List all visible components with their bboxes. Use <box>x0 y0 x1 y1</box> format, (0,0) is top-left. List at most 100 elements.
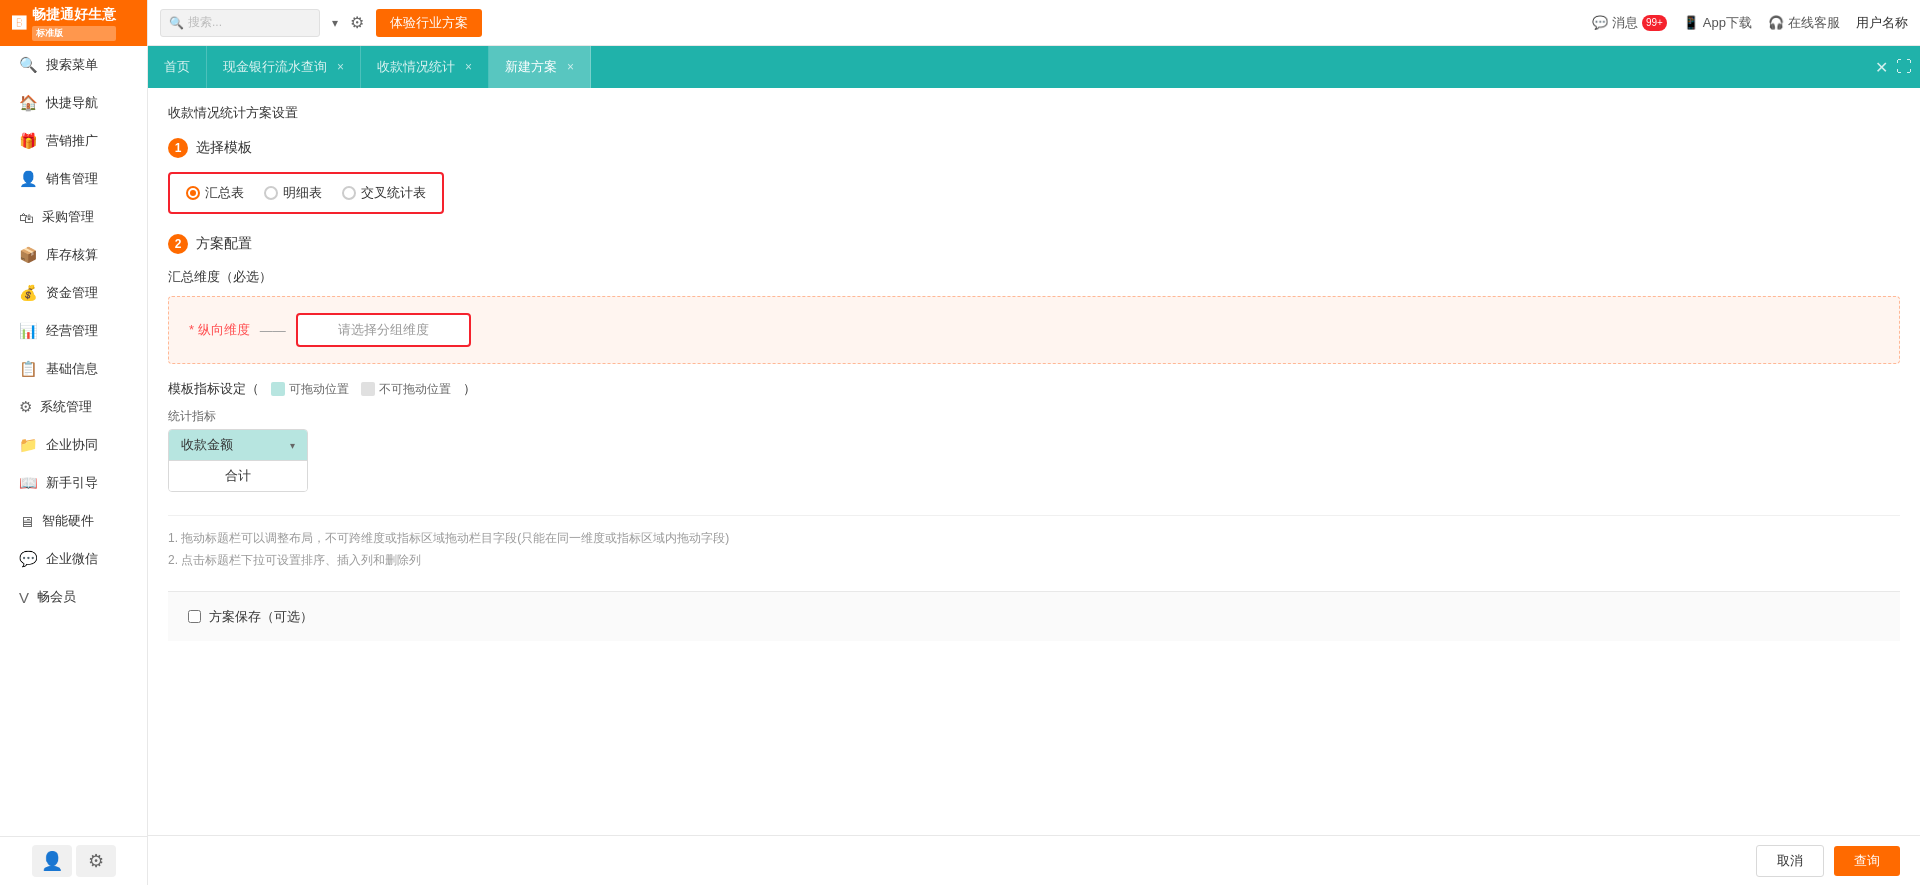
radio-detail[interactable]: 明细表 <box>264 184 322 202</box>
logo-icon: 🅱 <box>12 15 26 31</box>
sidebar-item-collab[interactable]: 📁 企业协同 <box>0 426 147 464</box>
tips-title: 1. 拖动标题栏可以调整布局，不可跨维度或指标区域拖动栏目字段(只能在同一维度或… <box>168 528 1900 550</box>
radio-cross[interactable]: 交叉统计表 <box>342 184 426 202</box>
section2-number: 2 <box>168 234 188 254</box>
sidebar-item-label: 系统管理 <box>40 398 92 416</box>
sidebar-item-sales[interactable]: 👤 销售管理 <box>0 160 147 198</box>
sidebar-item-management[interactable]: 📊 经营管理 <box>0 312 147 350</box>
radio-detail-label: 明细表 <box>283 184 322 202</box>
metrics-table: 收款金额 ▾ 合计 <box>168 429 308 492</box>
industry-solution-button[interactable]: 体验行业方案 <box>376 9 482 37</box>
tab-bank-flow-close-icon[interactable]: × <box>337 60 344 74</box>
sidebar-item-label: 资金管理 <box>46 284 98 302</box>
chart-icon: 📊 <box>19 322 38 340</box>
tab-bank-flow[interactable]: 现金银行流水查询 × <box>207 46 361 88</box>
non-draggable-color-box <box>361 382 375 396</box>
sidebar-item-finance[interactable]: 💰 资金管理 <box>0 274 147 312</box>
page-content: 收款情况统计方案设置 1 选择模板 汇总表 明细表 <box>148 88 1920 835</box>
sidebar-item-nav[interactable]: 🏠 快捷导航 <box>0 84 147 122</box>
sidebar-item-label: 采购管理 <box>42 208 94 226</box>
metrics-section-label: 统计指标 <box>168 408 308 425</box>
cancel-button[interactable]: 取消 <box>1756 845 1824 877</box>
settings-icon: ⚙ <box>19 398 32 416</box>
sidebar-item-purchase[interactable]: 🛍 采购管理 <box>0 198 147 236</box>
gift-icon: 🎁 <box>19 132 38 150</box>
search-placeholder: 搜索... <box>188 14 222 31</box>
sidebar-item-hardware[interactable]: 🖥 智能硬件 <box>0 502 147 540</box>
tab-maximize-icon[interactable]: ⛶ <box>1896 58 1912 76</box>
draggable-color-box <box>271 382 285 396</box>
sidebar-item-label: 智能硬件 <box>42 512 94 530</box>
query-button[interactable]: 查询 <box>1834 846 1900 876</box>
sidebar-bottom-btn-2[interactable]: ⚙ <box>76 845 116 877</box>
legend-draggable-label: 可拖动位置 <box>289 381 349 398</box>
template-selector: 汇总表 明细表 交叉统计表 <box>168 172 444 214</box>
radio-cross-circle <box>342 186 356 200</box>
sidebar-item-marketing[interactable]: 🎁 营销推广 <box>0 122 147 160</box>
tab-bank-flow-label: 现金银行流水查询 <box>223 58 327 76</box>
settings-gear-icon[interactable]: ⚙ <box>350 13 364 32</box>
metrics-table-header[interactable]: 收款金额 ▾ <box>169 430 307 461</box>
tab-new-plan-close-icon[interactable]: × <box>567 60 574 74</box>
online-service-button[interactable]: 🎧 在线客服 <box>1768 14 1840 32</box>
sidebar-item-search[interactable]: 🔍 搜索菜单 <box>0 46 147 84</box>
sidebar-item-inventory[interactable]: 📦 库存核算 <box>0 236 147 274</box>
main-area: 🔍 搜索... ▾ ⚙ 体验行业方案 💬 消息 99+ 📱 App下载 🎧 在线… <box>148 0 1920 885</box>
message-label: 消息 <box>1612 14 1638 32</box>
save-checkbox[interactable] <box>188 610 201 623</box>
sidebar-item-member[interactable]: V 畅会员 <box>0 578 147 616</box>
tab-receipts[interactable]: 收款情况统计 × <box>361 46 489 88</box>
tab-receipts-close-icon[interactable]: × <box>465 60 472 74</box>
content-area: 收款情况统计方案设置 1 选择模板 汇总表 明细表 <box>148 88 1920 835</box>
metrics-header: 模板指标设定（ 可拖动位置 不可拖动位置 ） <box>168 380 1900 398</box>
section-template: 1 选择模板 汇总表 明细表 交叉统计表 <box>168 138 1900 214</box>
sidebar-item-guide[interactable]: 📖 新手引导 <box>0 464 147 502</box>
user-icon: 👤 <box>19 170 38 188</box>
app-download-button[interactable]: 📱 App下载 <box>1683 14 1752 32</box>
metrics-section: 模板指标设定（ 可拖动位置 不可拖动位置 ） 统计指标 <box>168 380 1900 495</box>
section-config: 2 方案配置 汇总维度（必选） 纵向维度 —— 请选择分组维度 模板指标设定（ <box>168 234 1900 571</box>
radio-detail-circle <box>264 186 278 200</box>
sidebar-item-label: 销售管理 <box>46 170 98 188</box>
message-button[interactable]: 💬 消息 99+ <box>1592 14 1667 32</box>
sidebar-item-system[interactable]: ⚙ 系统管理 <box>0 388 147 426</box>
sidebar-logo: 🅱 畅捷通好生意 标准版 <box>0 0 147 46</box>
section1-title: 选择模板 <box>196 139 252 157</box>
sidebar-item-wechat[interactable]: 💬 企业微信 <box>0 540 147 578</box>
sidebar-item-label: 快捷导航 <box>46 94 98 112</box>
tab-receipts-label: 收款情况统计 <box>377 58 455 76</box>
topbar: 🔍 搜索... ▾ ⚙ 体验行业方案 💬 消息 99+ 📱 App下载 🎧 在线… <box>148 0 1920 46</box>
message-icon: 💬 <box>1592 15 1608 30</box>
save-label: 方案保存（可选） <box>209 608 313 626</box>
section1-header: 1 选择模板 <box>168 138 1900 158</box>
radio-summary[interactable]: 汇总表 <box>186 184 244 202</box>
tab-close-window-icon[interactable]: ✕ <box>1875 58 1888 77</box>
metrics-table-area: 统计指标 收款金额 ▾ 合计 <box>168 408 1900 495</box>
column-dropdown-icon[interactable]: ▾ <box>290 440 295 451</box>
search-box[interactable]: 🔍 搜索... <box>160 9 320 37</box>
legend-non-draggable: 不可拖动位置 <box>361 381 451 398</box>
vip-icon: V <box>19 589 29 606</box>
sidebar-bottom: 👤 ⚙ <box>0 836 147 885</box>
tab-new-plan[interactable]: 新建方案 × <box>489 46 591 88</box>
sidebar-item-basic-info[interactable]: 📋 基础信息 <box>0 350 147 388</box>
tab-new-plan-label: 新建方案 <box>505 58 557 76</box>
metrics-table-cell-total: 合计 <box>169 461 307 491</box>
dropdown-arrow-icon[interactable]: ▾ <box>332 16 338 30</box>
dimension-select-button[interactable]: 请选择分组维度 <box>296 313 471 347</box>
dimension-row: 纵向维度 —— 请选择分组维度 <box>189 313 1879 347</box>
page-title: 收款情况统计方案设置 <box>168 104 1900 122</box>
tips-section: 1. 拖动标题栏可以调整布局，不可跨维度或指标区域拖动栏目字段(只能在同一维度或… <box>168 515 1900 571</box>
money-icon: 💰 <box>19 284 38 302</box>
section2-title: 方案配置 <box>196 235 252 253</box>
section1-number: 1 <box>168 138 188 158</box>
radio-cross-label: 交叉统计表 <box>361 184 426 202</box>
footer-save: 方案保存（可选） <box>168 591 1900 641</box>
tab-home[interactable]: 首页 <box>148 46 207 88</box>
sidebar-item-label: 库存核算 <box>46 246 98 264</box>
monitor-icon: 🖥 <box>19 513 34 530</box>
sidebar-item-label: 企业协同 <box>46 436 98 454</box>
service-icon: 🎧 <box>1768 15 1784 30</box>
sidebar-item-label: 企业微信 <box>46 550 98 568</box>
sidebar-bottom-btn-1[interactable]: 👤 <box>32 845 72 877</box>
